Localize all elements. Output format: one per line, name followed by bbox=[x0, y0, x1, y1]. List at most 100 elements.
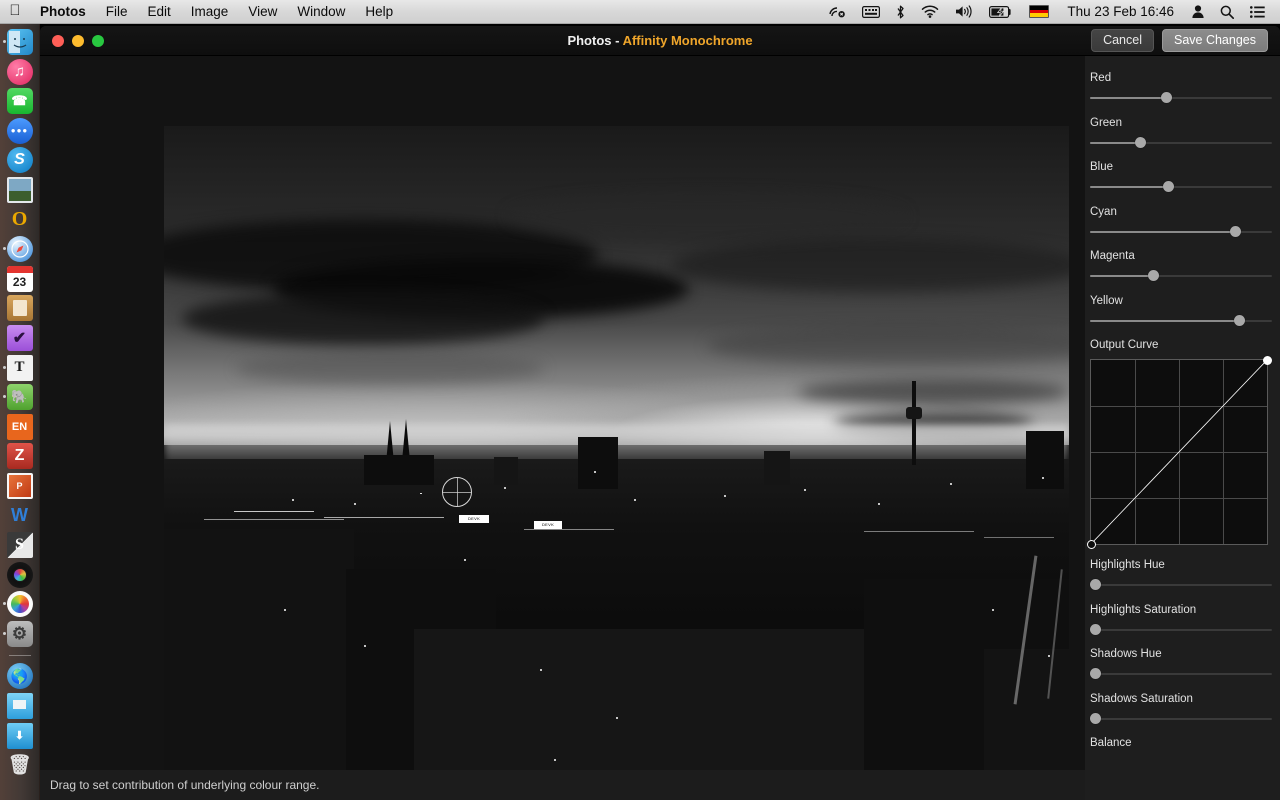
volume-icon[interactable] bbox=[948, 0, 980, 23]
menu-item-photos[interactable]: Photos bbox=[30, 0, 96, 23]
menu-bar-left:  Photos File Edit Image View Window Hel… bbox=[0, 0, 403, 23]
minimize-button[interactable] bbox=[72, 34, 84, 47]
label-shadows-hue: Shadows Hue bbox=[1090, 648, 1162, 660]
dock-item-scrivener[interactable]: S bbox=[6, 532, 33, 559]
cancel-button[interactable]: Cancel bbox=[1091, 28, 1154, 53]
curve-point-highlight[interactable] bbox=[1262, 355, 1272, 365]
slider-thumb-blue[interactable] bbox=[1162, 181, 1174, 192]
dock-item-facetime[interactable]: ☎ bbox=[6, 88, 33, 115]
dock-item-contacts[interactable] bbox=[6, 295, 33, 322]
keyboard-icon[interactable] bbox=[855, 0, 887, 23]
dock-item-photos[interactable] bbox=[2, 591, 33, 618]
sign-devk-2: DEVK bbox=[534, 520, 562, 529]
label-blue: Blue bbox=[1090, 161, 1114, 173]
label-highlights-hue: Highlights Hue bbox=[1090, 559, 1165, 571]
slider-red[interactable] bbox=[1090, 92, 1272, 104]
save-changes-button[interactable]: Save Changes bbox=[1161, 28, 1268, 53]
dock-item-globe-shortcut[interactable]: 🌎 bbox=[6, 663, 33, 690]
dock-item-finder[interactable] bbox=[2, 29, 33, 55]
slider-thumb-magenta[interactable] bbox=[1148, 270, 1160, 281]
menu-item-view[interactable]: View bbox=[238, 0, 287, 23]
output-curve-editor[interactable] bbox=[1086, 355, 1272, 549]
menu-item-help[interactable]: Help bbox=[355, 0, 403, 23]
word-icon: W bbox=[11, 505, 28, 525]
spotlight-search-icon[interactable] bbox=[1213, 0, 1241, 23]
slider-thumb-highlights-saturation[interactable] bbox=[1089, 623, 1101, 635]
user-account-icon[interactable] bbox=[1185, 0, 1211, 23]
dock-item-things[interactable]: ✔ bbox=[6, 324, 33, 351]
slider-thumb-shadows-saturation[interactable] bbox=[1089, 712, 1101, 724]
menu-item-file[interactable]: File bbox=[96, 0, 138, 23]
trash-icon: 🗑 bbox=[7, 755, 32, 777]
folder-icon bbox=[6, 693, 33, 720]
facetime-icon: ☎ bbox=[6, 88, 33, 115]
slider-thumb-red[interactable] bbox=[1160, 92, 1172, 103]
downloads-folder-icon: ⬇ bbox=[6, 722, 33, 749]
dock-item-trash[interactable]: 🗑 bbox=[7, 752, 33, 778]
slider-control-cyan: Cyan bbox=[1090, 206, 1280, 238]
slider-control-magenta: Magenta bbox=[1090, 250, 1280, 282]
bluetooth-icon[interactable] bbox=[889, 0, 912, 23]
slider-control-highlights-hue: Highlights Hue bbox=[1089, 559, 1280, 591]
menu-item-image[interactable]: Image bbox=[181, 0, 239, 23]
apple-menu-icon[interactable]:  bbox=[0, 2, 30, 21]
canvas-area[interactable]: DEVK DEVK bbox=[40, 56, 1085, 791]
german-flag-icon[interactable] bbox=[1022, 0, 1056, 23]
slider-thumb-shadows-hue[interactable] bbox=[1089, 668, 1101, 679]
menu-bar:  Photos File Edit Image View Window Hel… bbox=[0, 0, 1280, 24]
slider-shadows-hue[interactable] bbox=[1089, 668, 1272, 680]
airdrop-off-icon[interactable] bbox=[822, 0, 853, 23]
dock-item-itunes[interactable]: ♫ bbox=[6, 58, 33, 85]
photo-preview[interactable]: DEVK DEVK bbox=[164, 126, 1069, 791]
dock-item-textedit[interactable]: T bbox=[2, 354, 33, 381]
slider-blue[interactable] bbox=[1090, 181, 1272, 193]
menu-bar-status-area: Thu 23 Feb 16:46 bbox=[822, 0, 1280, 23]
dock-item-skype[interactable]: S bbox=[6, 147, 33, 174]
adjustments-panel: Red Green Blue Cyan Magenta Yellow Outpu… bbox=[1085, 56, 1280, 800]
safari-icon bbox=[6, 236, 33, 263]
dock-item-messages[interactable]: ●●● bbox=[6, 117, 33, 144]
slider-shadows-saturation[interactable] bbox=[1089, 712, 1272, 725]
dock-item-zotero[interactable]: Z bbox=[6, 443, 33, 470]
curve-line bbox=[1091, 360, 1267, 544]
dock-item-word[interactable]: W bbox=[7, 503, 33, 529]
slider-control-yellow: Yellow bbox=[1090, 295, 1280, 327]
things-checkmark-icon: ✔ bbox=[6, 324, 33, 351]
slider-highlights-saturation[interactable] bbox=[1089, 623, 1272, 636]
wifi-icon[interactable] bbox=[914, 0, 946, 23]
dock-item-dictionary-en[interactable]: EN bbox=[6, 413, 33, 440]
slider-highlights-hue[interactable] bbox=[1089, 579, 1272, 591]
battery-charging-icon[interactable] bbox=[982, 0, 1020, 23]
dock-item-photo-frame[interactable] bbox=[6, 176, 33, 203]
dock-item-calendar[interactable]: 23 bbox=[6, 265, 33, 292]
dictionary-icon: EN bbox=[6, 413, 33, 440]
slider-yellow[interactable] bbox=[1090, 314, 1272, 327]
dock-item-safari[interactable] bbox=[2, 236, 33, 263]
label-highlights-saturation: Highlights Saturation bbox=[1090, 603, 1197, 616]
dock-item-downloads-folder[interactable]: ⬇ bbox=[6, 722, 33, 749]
slider-thumb-green[interactable] bbox=[1135, 136, 1147, 148]
dock-item-camera-lens[interactable] bbox=[6, 561, 33, 588]
menu-item-window[interactable]: Window bbox=[287, 0, 355, 23]
menu-item-edit[interactable]: Edit bbox=[138, 0, 181, 23]
dock-item-system-preferences[interactable]: ⚙ bbox=[2, 620, 33, 647]
dock-item-opera[interactable]: O bbox=[7, 207, 33, 233]
slider-green[interactable] bbox=[1090, 136, 1272, 149]
slider-thumb-cyan[interactable] bbox=[1230, 225, 1242, 237]
menu-bar-clock[interactable]: Thu 23 Feb 16:46 bbox=[1058, 0, 1183, 23]
sign-devk-1: DEVK bbox=[459, 514, 489, 523]
dock-item-documents-folder[interactable] bbox=[6, 693, 33, 720]
close-button[interactable] bbox=[52, 34, 64, 47]
slider-thumb-yellow[interactable] bbox=[1233, 314, 1245, 326]
slider-thumb-highlights-hue[interactable] bbox=[1089, 579, 1101, 590]
dock-item-powerpoint[interactable]: P bbox=[6, 472, 33, 499]
slider-magenta[interactable] bbox=[1090, 270, 1272, 282]
slider-cyan[interactable] bbox=[1090, 225, 1272, 238]
label-shadows-saturation: Shadows Saturation bbox=[1090, 692, 1193, 705]
camera-lens-icon bbox=[6, 561, 33, 588]
notification-center-icon[interactable] bbox=[1243, 0, 1272, 23]
window-title-document: Affinity Monochrome bbox=[622, 33, 753, 48]
maximize-button[interactable] bbox=[92, 34, 104, 47]
curve-point-shadow[interactable] bbox=[1086, 539, 1096, 549]
dock-item-evernote[interactable]: 🐘 bbox=[2, 384, 33, 411]
